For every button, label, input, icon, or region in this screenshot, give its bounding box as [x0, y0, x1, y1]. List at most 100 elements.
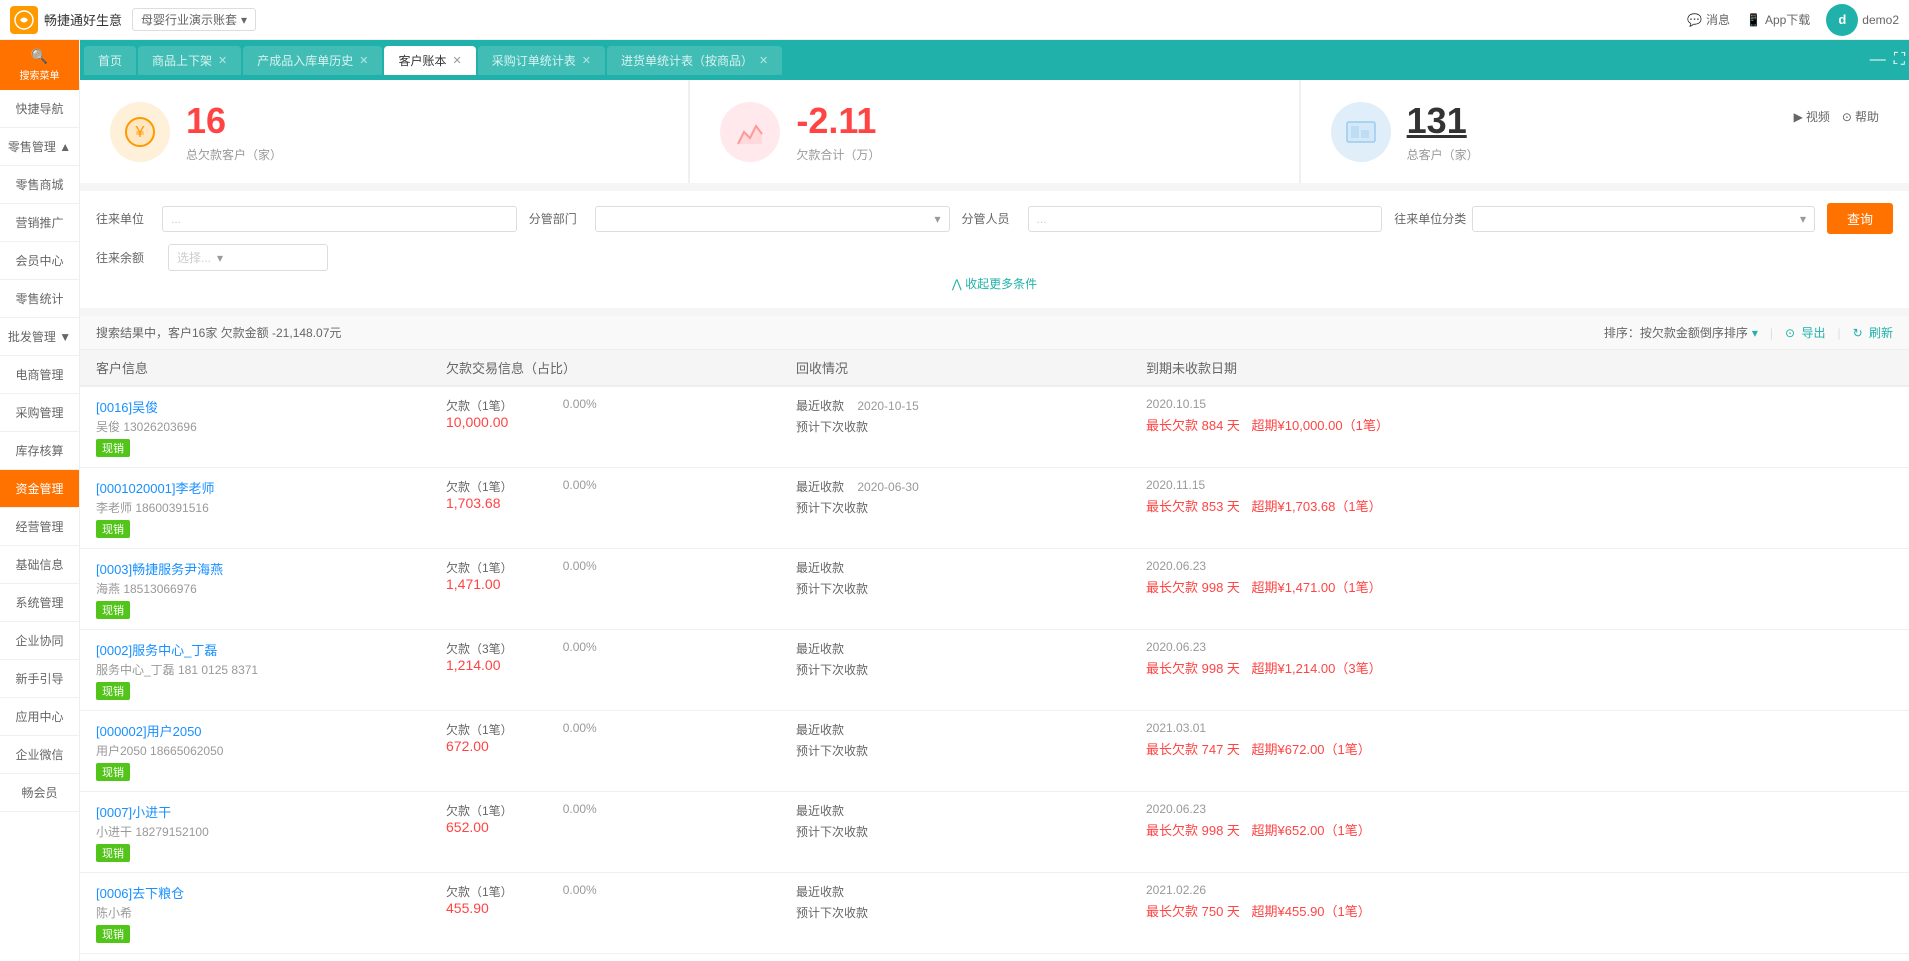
overdue-amount-link[interactable]: 超期¥1,214.00（3笔） [1252, 661, 1382, 676]
debt-percent: 0.00% [563, 478, 597, 492]
sidebar-item-app-center[interactable]: 应用中心 [0, 698, 79, 736]
debt-amount[interactable]: 672.00 [446, 738, 513, 754]
customer-name-link[interactable]: [0006]去下粮仓 [96, 883, 446, 902]
overdue-amount-link[interactable]: 超期¥455.90（1笔） [1252, 904, 1371, 919]
sidebar-item-enterprise[interactable]: 企业协同 [0, 622, 79, 660]
sidebar-item-member[interactable]: 会员中心 [0, 242, 79, 280]
sidebar-item-retail-mgmt[interactable]: 零售管理 ▲ [0, 128, 79, 166]
debt-amount[interactable]: 455.90 [446, 900, 513, 916]
collapse-row[interactable]: ⋀ 收起更多条件 [96, 271, 1893, 296]
export-action[interactable]: ⊙ 导出 [1785, 324, 1825, 341]
window-minimize-icon[interactable]: — [1870, 51, 1886, 69]
close-icon[interactable]: ✕ [582, 54, 591, 67]
view-help-area: ▶ 视频 ⊙ 帮助 [1794, 108, 1879, 125]
search-label: 搜索菜单 [6, 67, 73, 82]
nav-label: 零售商城 [4, 176, 75, 193]
sidebar-item-wechat[interactable]: 企业微信 [0, 736, 79, 774]
sidebar-item-quick-nav[interactable]: 快捷导航 [0, 90, 79, 128]
sidebar-item-retail-store[interactable]: 零售商城 [0, 166, 79, 204]
unit-type-select[interactable]: ▾ [1472, 206, 1815, 232]
header-debt: 欠款交易信息（占比） [446, 358, 796, 377]
debt-amount[interactable]: 1,214.00 [446, 657, 513, 673]
unit-type-label: 往来单位分类 [1394, 210, 1466, 227]
last-collect-date: 2020-06-30 [857, 480, 918, 494]
table-row: [0016]吴俊 吴俊 13026203696 现销 欠款（1笔） 10,000… [80, 387, 1909, 468]
industry-name: 母婴行业演示账套 [141, 11, 237, 28]
tab-product-off[interactable]: 商品上下架 ✕ [138, 46, 241, 75]
close-icon[interactable]: ✕ [759, 54, 768, 67]
sidebar-item-finance[interactable]: 资金管理 [0, 470, 79, 508]
overdue-amount-link[interactable]: 超期¥1,471.00（1笔） [1252, 580, 1382, 595]
help-icon: ⊙ [1842, 110, 1852, 124]
customer-contact: 小进干 18279152100 [96, 823, 446, 840]
due-cell: 2020.06.23 最长欠款 998 天 超期¥1,214.00（3笔） [1146, 640, 1893, 700]
balance-select[interactable]: 选择... ▾ [168, 244, 328, 271]
refresh-label: 刷新 [1869, 326, 1893, 340]
customer-name-link[interactable]: [0003]畅捷服务尹海燕 [96, 559, 446, 578]
overdue-amount-link[interactable]: 超期¥652.00（1笔） [1252, 823, 1371, 838]
top-bar: 畅捷通好生意 母婴行业演示账套 ▾ 💬 消息 📱 App下载 d demo2 [0, 0, 1909, 40]
due-date: 2021.03.01 [1146, 721, 1206, 735]
total-icon [1331, 102, 1391, 162]
customer-name-link[interactable]: [0016]吴俊 [96, 397, 446, 416]
overdue-days: 最长欠款 747 天 [1146, 742, 1240, 757]
query-button[interactable]: 查询 [1827, 203, 1893, 234]
window-maximize-icon[interactable]: ⛶ [1894, 51, 1905, 69]
sidebar-item-vip[interactable]: 畅会员 [0, 774, 79, 812]
tab-home[interactable]: 首页 [84, 46, 136, 75]
collapse-icon: ⋀ [952, 277, 962, 291]
overdue-amount-link[interactable]: 超期¥1,703.68（1笔） [1252, 499, 1382, 514]
sidebar-item-retail-stats[interactable]: 零售统计 [0, 280, 79, 318]
overdue-days: 最长欠款 750 天 [1146, 904, 1240, 919]
debt-amount[interactable]: 10,000.00 [446, 414, 513, 430]
debt-amount[interactable]: 1,703.68 [446, 495, 513, 511]
sidebar-item-ecommerce[interactable]: 电商管理 [0, 356, 79, 394]
refresh-action[interactable]: ↻ 刷新 [1853, 324, 1893, 341]
app-download-label: App下载 [1765, 11, 1810, 28]
dept-select[interactable]: ▾ [595, 206, 950, 232]
sort-select[interactable]: 排序：按欠款金额倒序排序 ▾ [1604, 324, 1758, 341]
overdue-amount-link[interactable]: 超期¥672.00（1笔） [1252, 742, 1371, 757]
sidebar-item-marketing[interactable]: 营销推广 [0, 204, 79, 242]
close-icon[interactable]: ✕ [359, 54, 368, 67]
user-profile[interactable]: d demo2 [1826, 4, 1899, 36]
debt-cell: 欠款（1笔） 652.00 0.00% [446, 802, 796, 862]
debt-amount[interactable]: 652.00 [446, 819, 513, 835]
last-collect-label: 最近收款 [796, 561, 844, 575]
app-download-action[interactable]: 📱 App下载 [1746, 11, 1810, 28]
table-row: [0007]小进干 小进干 18279152100 现销 欠款（1笔） 652.… [80, 792, 1909, 873]
customer-cell: [0006]去下粮仓 陈小希 现销 [96, 883, 446, 943]
customer-name-link[interactable]: [000002]用户2050 [96, 721, 446, 740]
customer-name-link[interactable]: [0002]服务中心_丁磊 [96, 640, 446, 659]
customer-name-link[interactable]: [0001020001]李老师 [96, 478, 446, 497]
tab-produce-history[interactable]: 产成品入库单历史 ✕ [243, 46, 382, 75]
last-collect-label: 最近收款 [796, 480, 844, 494]
debt-amount[interactable]: 1,471.00 [446, 576, 513, 592]
sidebar-item-inventory[interactable]: 库存核算 [0, 432, 79, 470]
from-unit-input[interactable]: ... [162, 206, 517, 232]
sidebar-item-guide[interactable]: 新手引导 [0, 660, 79, 698]
sidebar-search[interactable]: 🔍 搜索菜单 [0, 40, 79, 90]
close-icon[interactable]: ✕ [218, 54, 227, 67]
sidebar-item-ops[interactable]: 经营管理 [0, 508, 79, 546]
industry-selector[interactable]: 母婴行业演示账套 ▾ [132, 8, 256, 31]
tab-purchase-summary[interactable]: 进货单统计表（按商品） ✕ [607, 46, 782, 75]
tab-purchase-stats[interactable]: 采购订单统计表 ✕ [478, 46, 605, 75]
customer-name-link[interactable]: [0007]小进干 [96, 802, 446, 821]
sidebar-item-purchase[interactable]: 采购管理 [0, 394, 79, 432]
message-action[interactable]: 💬 消息 [1687, 11, 1730, 28]
tab-label: 进货单统计表（按商品） [621, 52, 753, 69]
close-icon[interactable]: ✕ [453, 54, 462, 67]
person-input[interactable]: ... [1028, 206, 1383, 232]
sort-arrow-icon: ▾ [1752, 326, 1758, 340]
help-action[interactable]: ⊙ 帮助 [1842, 108, 1879, 125]
next-collect-label: 预计下次收款 [796, 906, 868, 920]
sidebar-item-system[interactable]: 系统管理 [0, 584, 79, 622]
sidebar-item-batch[interactable]: 批发管理 ▼ [0, 318, 79, 356]
filter-row-1: 往来单位 ... 分管部门 ▾ [96, 203, 1893, 234]
view-action[interactable]: ▶ 视频 [1794, 108, 1830, 125]
balance-placeholder: 选择... [177, 249, 211, 266]
tab-customer-account[interactable]: 客户账本 ✕ [384, 46, 475, 75]
overdue-amount-link[interactable]: 超期¥10,000.00（1笔） [1252, 418, 1389, 433]
sidebar-item-basic[interactable]: 基础信息 [0, 546, 79, 584]
